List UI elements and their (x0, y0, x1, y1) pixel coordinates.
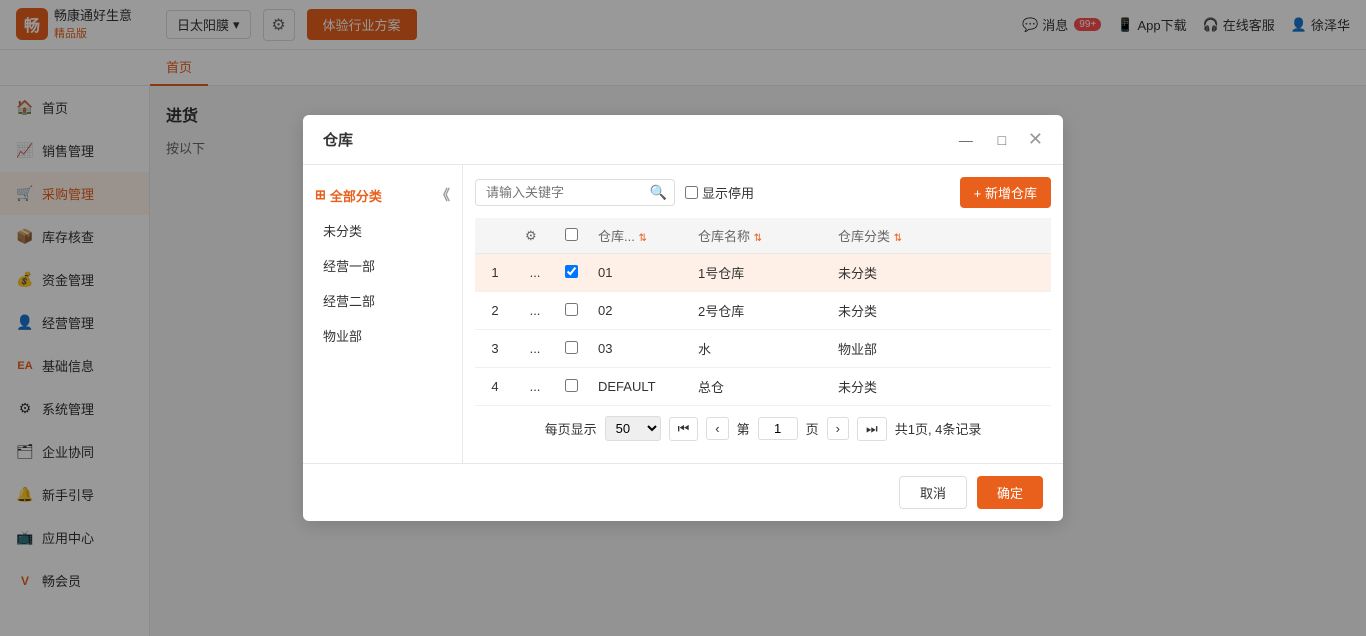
row-category: 物业部 (828, 330, 1051, 368)
category-dept2[interactable]: 经营二部 (303, 283, 462, 318)
table-panel: 🔍 显示停用 + 新增仓库 ⚙ (463, 165, 1063, 463)
last-page-button[interactable]: ⏭ (857, 417, 887, 441)
pagination: 每页显示 50 20 100 ⏮ ‹ 第 页 › ⏭ 共1页, 4条记录 (475, 406, 1051, 451)
table-row: 3 ... 03 水 物业部 (475, 330, 1051, 368)
search-icon[interactable]: 🔍 (650, 184, 667, 201)
modal-title: 仓库 (323, 129, 353, 150)
first-page-button[interactable]: ⏮ (669, 417, 699, 441)
table-scroll: ⚙ 仓库... ⇅ 仓库名称 ⇅ (475, 218, 1051, 406)
show-disabled-label[interactable]: 显示停用 (685, 183, 754, 202)
category-panel: ⊞ 全部分类 《 未分类 经营一部 经营二部 物业部 (303, 165, 463, 463)
sort-icon-code: ⇅ (638, 233, 646, 244)
warehouse-table: ⚙ 仓库... ⇅ 仓库名称 ⇅ (475, 218, 1051, 406)
per-page-select[interactable]: 50 20 100 (605, 416, 661, 441)
row-name: 2号仓库 (688, 292, 828, 330)
col-name-header: 仓库名称 ⇅ (688, 218, 828, 254)
maximize-button[interactable]: □ (992, 130, 1012, 150)
add-warehouse-button[interactable]: + 新增仓库 (960, 177, 1051, 208)
modal-close-button[interactable]: ✕ (1028, 129, 1043, 150)
page-number-input[interactable] (758, 417, 798, 440)
row-options: ... (515, 368, 555, 406)
row-code: 01 (588, 254, 688, 292)
table-row: 4 ... DEFAULT 总仓 未分类 (475, 368, 1051, 406)
col-num-header (475, 218, 515, 254)
row-options: ... (515, 292, 555, 330)
confirm-button[interactable]: 确定 (977, 476, 1043, 509)
warehouse-modal: 仓库 — □ ✕ ⊞ 全部分类 《 未分类 经营一部 经营二部 (303, 115, 1063, 521)
col-category-header: 仓库分类 ⇅ (828, 218, 1051, 254)
category-property[interactable]: 物业部 (303, 318, 462, 353)
category-all[interactable]: ⊞ 全部分类 《 (303, 177, 462, 213)
row-name: 总仓 (688, 368, 828, 406)
minimize-button[interactable]: — (956, 130, 976, 150)
row-name: 水 (688, 330, 828, 368)
row-name: 1号仓库 (688, 254, 828, 292)
page-label: 第 (737, 419, 750, 438)
search-wrap: 🔍 (475, 179, 675, 206)
search-input[interactable] (475, 179, 675, 206)
cancel-button[interactable]: 取消 (899, 476, 967, 509)
row-number: 4 (475, 368, 515, 406)
collapse-button[interactable]: 《 (436, 185, 450, 205)
row-number: 1 (475, 254, 515, 292)
col-check-header (555, 218, 588, 254)
row-category: 未分类 (828, 292, 1051, 330)
row-options: ... (515, 254, 555, 292)
row-checkbox[interactable] (565, 341, 578, 354)
grid-icon: ⊞ (315, 187, 326, 203)
table-row: 2 ... 02 2号仓库 未分类 (475, 292, 1051, 330)
row-number: 2 (475, 292, 515, 330)
table-header-row: ⚙ 仓库... ⇅ 仓库名称 ⇅ (475, 218, 1051, 254)
per-page-label: 每页显示 (545, 419, 597, 438)
row-category: 未分类 (828, 254, 1051, 292)
row-checkbox[interactable] (565, 303, 578, 316)
select-all-checkbox[interactable] (565, 228, 578, 241)
next-page-button[interactable]: › (827, 417, 849, 440)
row-options: ... (515, 330, 555, 368)
row-checkbox[interactable] (565, 265, 578, 278)
col-code-header: 仓库... ⇅ (588, 218, 688, 254)
category-dept1[interactable]: 经营一部 (303, 248, 462, 283)
row-code: DEFAULT (588, 368, 688, 406)
row-checkbox[interactable] (565, 379, 578, 392)
col-settings-header: ⚙ (515, 218, 555, 254)
table-row: 1 ... 01 1号仓库 未分类 (475, 254, 1051, 292)
row-checkbox-cell (555, 292, 588, 330)
category-unclassified[interactable]: 未分类 (303, 213, 462, 248)
modal-body: ⊞ 全部分类 《 未分类 经营一部 经营二部 物业部 🔍 (303, 165, 1063, 463)
total-info: 共1页, 4条记录 (895, 419, 982, 438)
sort-icon-name: ⇅ (754, 233, 762, 244)
row-checkbox-cell (555, 254, 588, 292)
row-checkbox-cell (555, 330, 588, 368)
row-code: 02 (588, 292, 688, 330)
modal-header: 仓库 — □ ✕ (303, 115, 1063, 165)
row-checkbox-cell (555, 368, 588, 406)
table-toolbar: 🔍 显示停用 + 新增仓库 (475, 177, 1051, 208)
sort-icon-cat: ⇅ (894, 233, 902, 244)
prev-page-button[interactable]: ‹ (706, 417, 728, 440)
modal-overlay: 仓库 — □ ✕ ⊞ 全部分类 《 未分类 经营一部 经营二部 (0, 0, 1366, 636)
row-category: 未分类 (828, 368, 1051, 406)
modal-footer: 取消 确定 (303, 463, 1063, 521)
row-number: 3 (475, 330, 515, 368)
show-disabled-checkbox[interactable] (685, 186, 698, 199)
page-unit: 页 (806, 419, 819, 438)
row-code: 03 (588, 330, 688, 368)
